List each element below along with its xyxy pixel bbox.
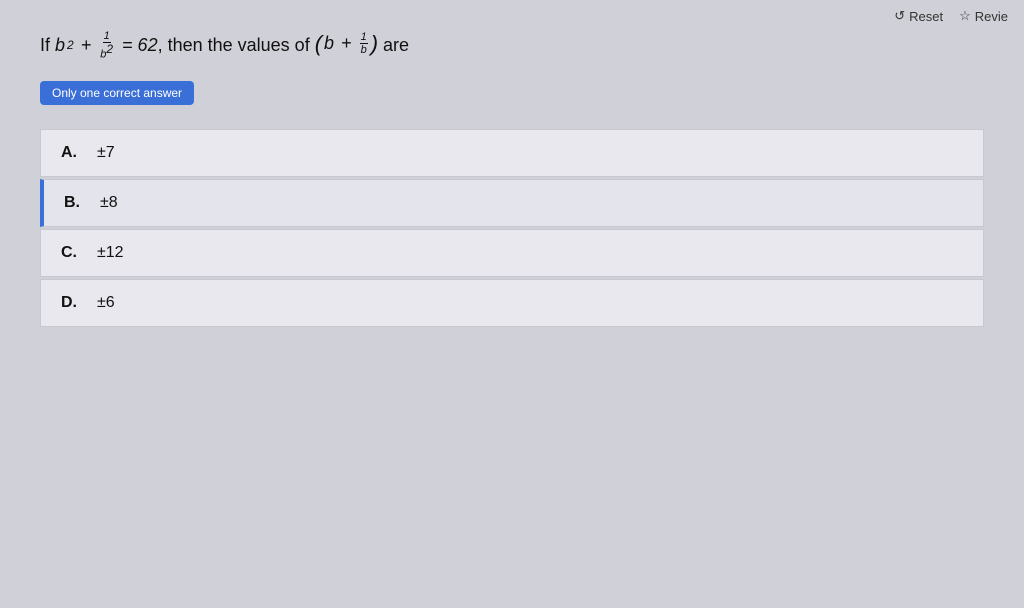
options-list: A. ±7 B. ±8 C. ±12 D. ±6 xyxy=(40,129,984,329)
option-d-value: ±6 xyxy=(97,294,115,312)
option-b-label: B. xyxy=(64,194,84,212)
only-one-badge: Only one correct answer xyxy=(40,81,194,105)
option-c-label: C. xyxy=(61,244,81,262)
question-text: If b2 + 1 b2 = 62 , then the values of (… xyxy=(40,30,984,61)
option-a-value: ±7 xyxy=(97,144,115,162)
option-d[interactable]: D. ±6 xyxy=(40,279,984,327)
option-b-value: ±8 xyxy=(100,194,118,212)
option-c[interactable]: C. ±12 xyxy=(40,229,984,277)
option-d-label: D. xyxy=(61,294,81,312)
option-a-label: A. xyxy=(61,144,81,162)
option-b[interactable]: B. ±8 xyxy=(40,179,984,227)
option-a[interactable]: A. ±7 xyxy=(40,129,984,177)
expression: ( b + 1 b ) xyxy=(315,30,378,57)
equation: b2 + 1 b2 = 62 xyxy=(55,30,158,61)
main-content: If b2 + 1 b2 = 62 , then the values of (… xyxy=(0,0,1024,608)
option-c-value: ±12 xyxy=(97,244,124,262)
